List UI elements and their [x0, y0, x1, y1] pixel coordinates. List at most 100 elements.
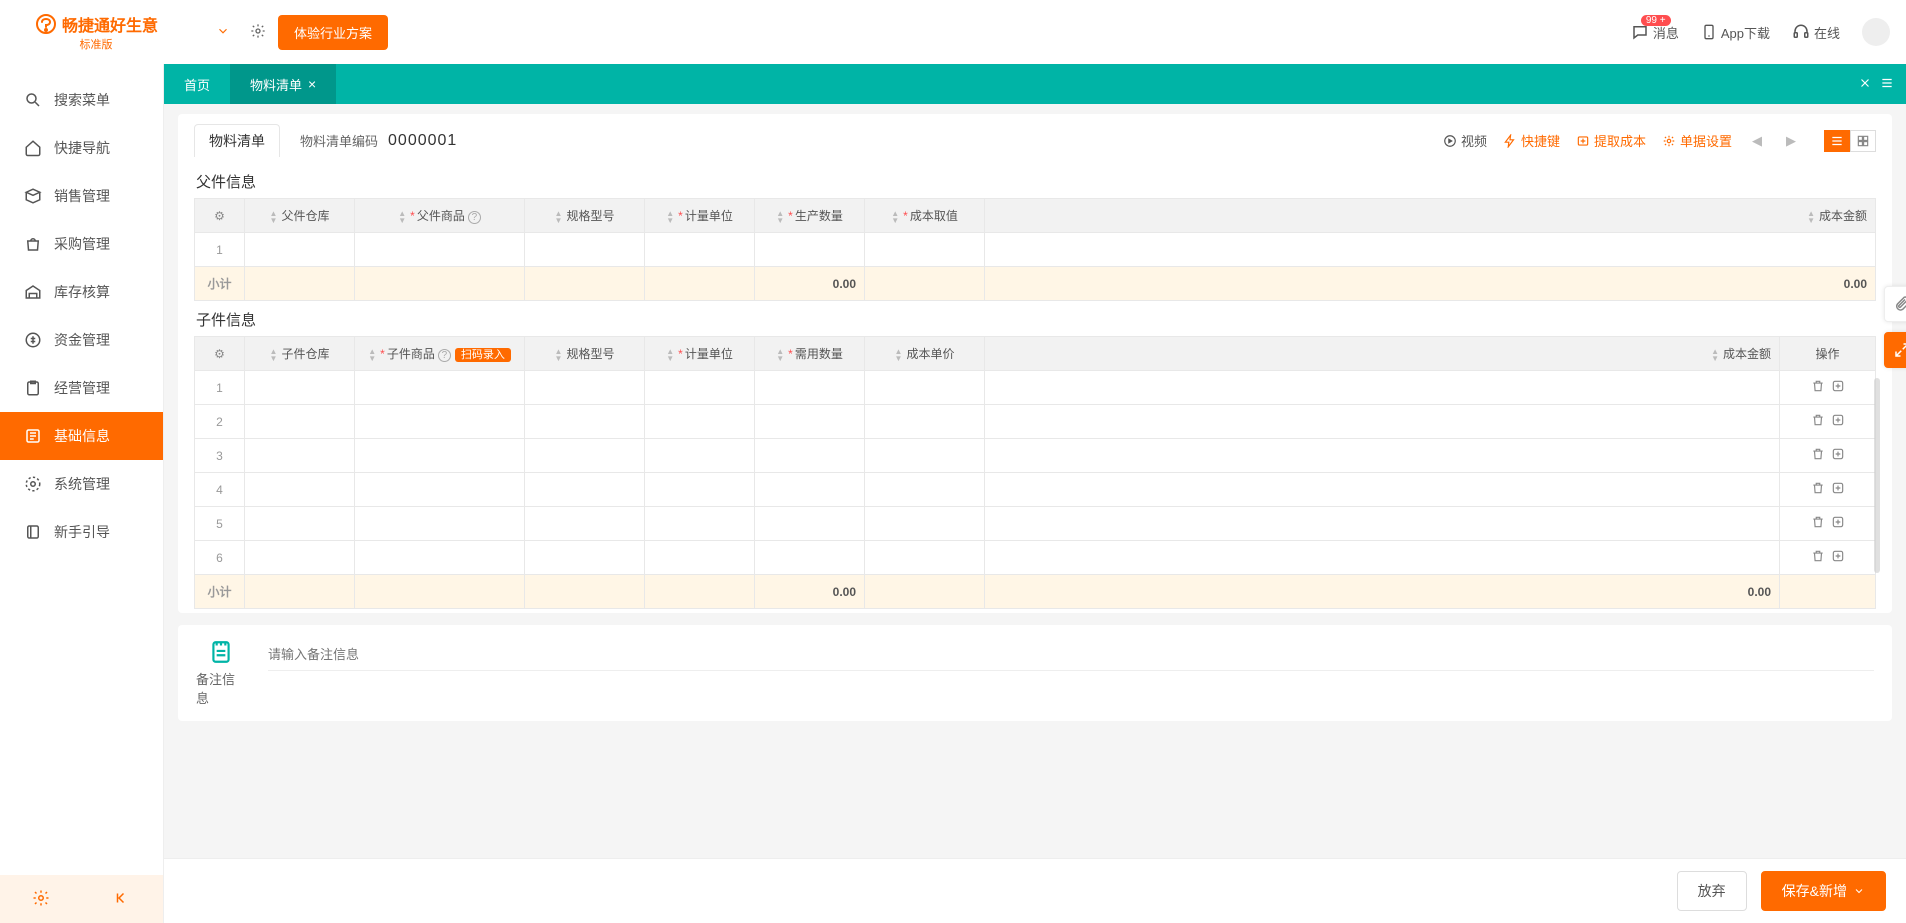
sidebar-item-purchase[interactable]: 采购管理 — [0, 220, 163, 268]
parent-table: ⚙ ▲▼父件仓库 ▲▼*父件商品? ▲▼规格型号 ▲▼*计量单位 ▲▼*生产数量… — [194, 198, 1876, 301]
sidebar-item-search[interactable]: 搜索菜单 — [0, 76, 163, 124]
delete-row-icon[interactable] — [1811, 549, 1825, 566]
more-tabs-icon[interactable] — [1880, 76, 1894, 93]
table-row[interactable]: 3 — [195, 439, 1876, 473]
sidebar-item-guide[interactable]: 新手引导 — [0, 508, 163, 556]
sidebar-item-label: 采购管理 — [54, 234, 110, 254]
add-row-icon[interactable] — [1831, 549, 1845, 566]
sidebar-item-inventory[interactable]: 库存核算 — [0, 268, 163, 316]
scrollbar[interactable] — [1874, 378, 1880, 573]
col-parent-costget[interactable]: ▲▼*成本取值 — [865, 199, 985, 233]
save-new-label: 保存&新增 — [1782, 881, 1847, 901]
col-child-op: 操作 — [1780, 337, 1876, 371]
col-child-unit[interactable]: ▲▼*计量单位 — [645, 337, 755, 371]
attachment-tab[interactable] — [1884, 286, 1906, 322]
sidebar-item-operation[interactable]: 经营管理 — [0, 364, 163, 412]
col-child-needqty[interactable]: ▲▼*需用数量 — [755, 337, 865, 371]
sidebar-item-system[interactable]: 系统管理 — [0, 460, 163, 508]
col-parent-unit[interactable]: ▲▼*计量单位 — [645, 199, 755, 233]
sidebar-item-label: 搜索菜单 — [54, 90, 110, 110]
sidebar-item-finance[interactable]: 资金管理 — [0, 316, 163, 364]
close-all-icon[interactable] — [1858, 76, 1872, 93]
avatar[interactable] — [1862, 18, 1890, 46]
gear-icon[interactable]: ⚙ — [214, 209, 225, 223]
chevron-down-icon — [1853, 885, 1865, 897]
chat-icon — [1631, 23, 1649, 41]
col-child-product[interactable]: ▲▼*子件商品?扫码录入 — [355, 337, 525, 371]
help-icon[interactable]: ? — [468, 211, 481, 224]
sidebar-item-sales[interactable]: 销售管理 — [0, 172, 163, 220]
action-label: 单据设置 — [1680, 131, 1732, 150]
child-subtotal-qty: 0.00 — [755, 575, 865, 609]
warehouse-icon — [24, 283, 42, 301]
expand-tab[interactable] — [1884, 332, 1906, 368]
prev-doc-icon[interactable]: ◀ — [1748, 133, 1766, 149]
home-icon — [24, 139, 42, 157]
online-support-button[interactable]: 在线 — [1792, 23, 1840, 42]
table-row[interactable]: 5 — [195, 507, 1876, 541]
add-row-icon[interactable] — [1831, 447, 1845, 464]
add-row-icon[interactable] — [1831, 379, 1845, 396]
delete-row-icon[interactable] — [1811, 515, 1825, 532]
remarks-input[interactable] — [268, 639, 1874, 671]
money-icon — [24, 331, 42, 349]
gear-icon[interactable] — [250, 23, 266, 42]
delete-row-icon[interactable] — [1811, 379, 1825, 396]
video-button[interactable]: 视频 — [1443, 131, 1487, 150]
table-row[interactable]: 2 — [195, 405, 1876, 439]
demo-industry-button[interactable]: 体验行业方案 — [278, 15, 388, 50]
save-and-new-button[interactable]: 保存&新增 — [1761, 871, 1886, 911]
settings-footer-icon[interactable] — [32, 889, 50, 910]
table-row[interactable]: 4 — [195, 473, 1876, 507]
tab-bom[interactable]: 物料清单× — [230, 64, 336, 104]
shortcut-button[interactable]: 快捷键 — [1503, 131, 1560, 150]
view-card-icon[interactable] — [1850, 130, 1876, 152]
sidebar-item-basicinfo[interactable]: 基础信息 — [0, 412, 163, 460]
doc-code-label: 物料清单编码 — [300, 131, 378, 150]
col-parent-qty[interactable]: ▲▼*生产数量 — [755, 199, 865, 233]
gear-icon[interactable]: ⚙ — [214, 347, 225, 361]
col-parent-warehouse[interactable]: ▲▼父件仓库 — [245, 199, 355, 233]
col-parent-spec[interactable]: ▲▼规格型号 — [525, 199, 645, 233]
table-row[interactable]: 6 — [195, 541, 1876, 575]
child-subtotal-amount: 0.00 — [985, 575, 1780, 609]
messages-button[interactable]: 消息 99 + — [1631, 23, 1679, 42]
row-number: 5 — [195, 507, 245, 541]
delete-row-icon[interactable] — [1811, 413, 1825, 430]
discard-button[interactable]: 放弃 — [1677, 871, 1747, 911]
add-row-icon[interactable] — [1831, 413, 1845, 430]
sidebar-item-quicknav[interactable]: 快捷导航 — [0, 124, 163, 172]
col-parent-product[interactable]: ▲▼*父件商品? — [355, 199, 525, 233]
delete-row-icon[interactable] — [1811, 481, 1825, 498]
parent-subtotal-amount: 0.00 — [985, 267, 1876, 301]
close-icon[interactable]: × — [308, 76, 316, 92]
paperclip-icon — [1893, 295, 1906, 313]
extract-cost-button[interactable]: 提取成本 — [1576, 131, 1646, 150]
col-child-spec[interactable]: ▲▼规格型号 — [525, 337, 645, 371]
delete-row-icon[interactable] — [1811, 447, 1825, 464]
table-row[interactable]: 1 — [195, 233, 1876, 267]
collapse-sidebar-icon[interactable] — [113, 889, 131, 910]
view-list-icon[interactable] — [1824, 130, 1850, 152]
expand-icon — [1893, 341, 1906, 359]
scan-input-tag[interactable]: 扫码录入 — [455, 348, 511, 362]
table-row[interactable]: 1 — [195, 371, 1876, 405]
chevron-down-icon[interactable] — [216, 24, 230, 41]
col-child-warehouse[interactable]: ▲▼子件仓库 — [245, 337, 355, 371]
app-download-button[interactable]: App下载 — [1701, 23, 1770, 42]
col-child-unitcost[interactable]: ▲▼成本单价 — [865, 337, 985, 371]
doc-settings-button[interactable]: 单据设置 — [1662, 131, 1732, 150]
doc-subtab[interactable]: 物料清单 — [194, 124, 280, 157]
col-child-costamount[interactable]: ▲▼成本金额 — [985, 337, 1780, 371]
store-selector[interactable] — [216, 23, 266, 42]
add-row-icon[interactable] — [1831, 515, 1845, 532]
app-download-label: App下载 — [1721, 23, 1770, 42]
next-doc-icon[interactable]: ▶ — [1782, 133, 1800, 149]
grid-icon — [24, 427, 42, 445]
help-icon[interactable]: ? — [438, 349, 451, 362]
add-row-icon[interactable] — [1831, 481, 1845, 498]
bag-icon — [24, 235, 42, 253]
sidebar-item-label: 新手引导 — [54, 522, 110, 542]
col-parent-costamount[interactable]: ▲▼成本金额 — [985, 199, 1876, 233]
tab-home[interactable]: 首页 — [164, 64, 230, 104]
